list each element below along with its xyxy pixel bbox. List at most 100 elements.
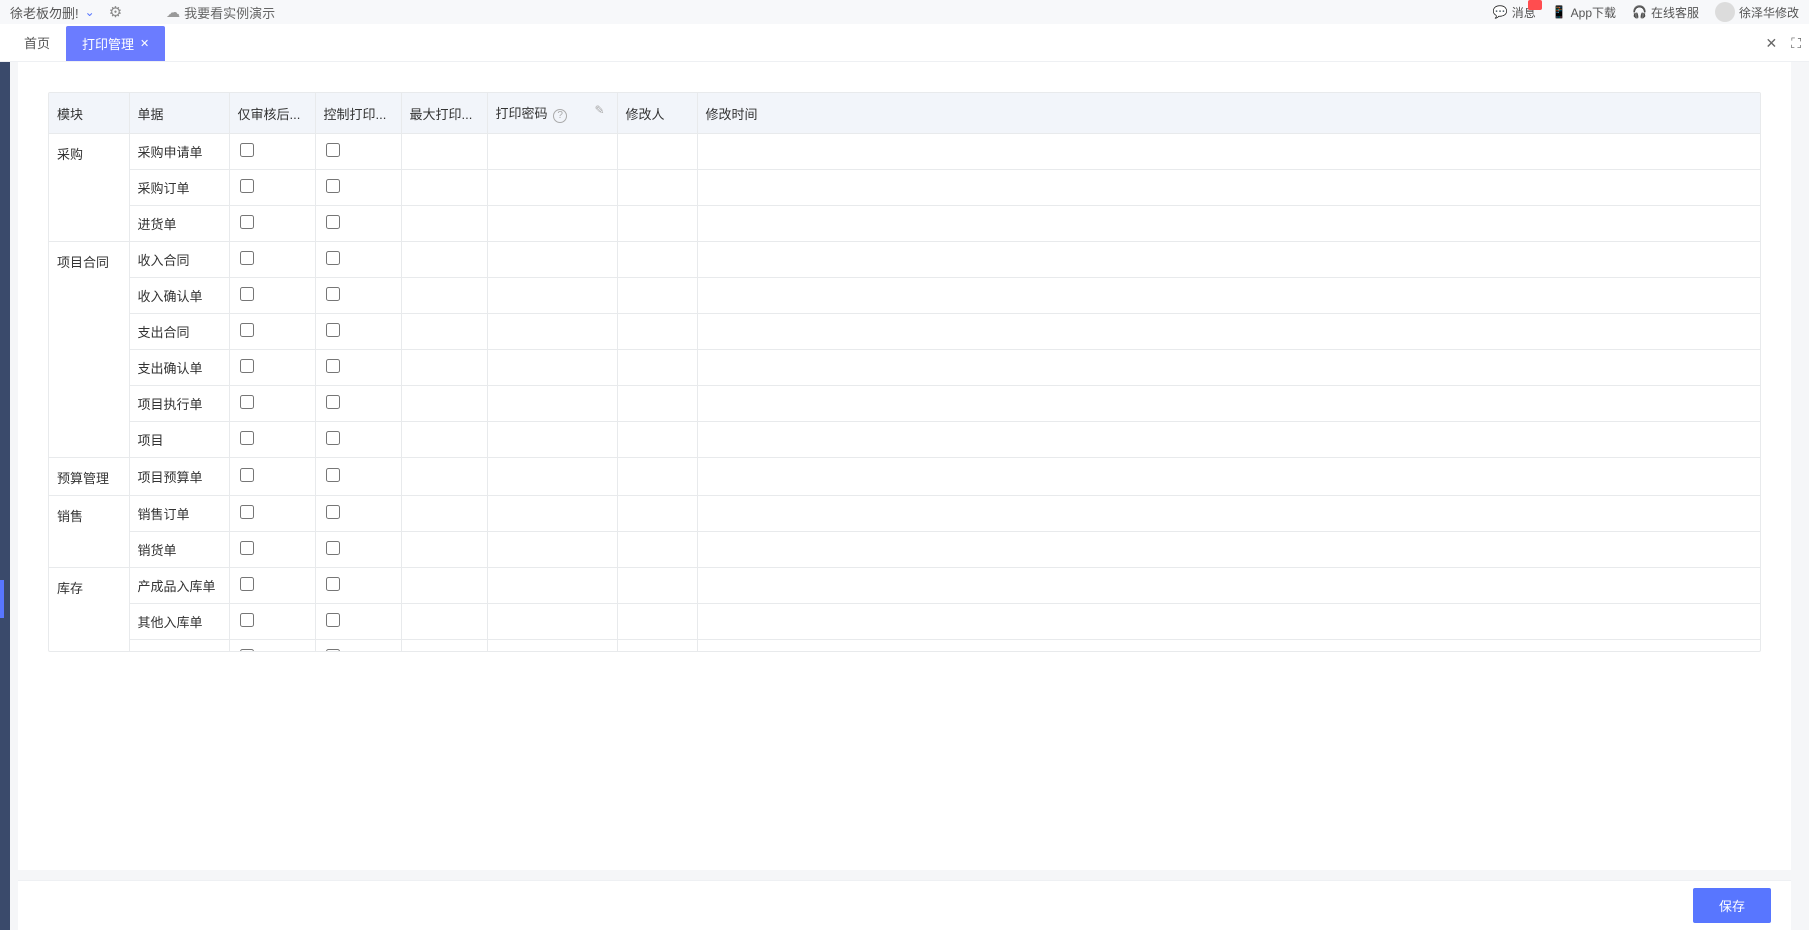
control-checkbox-cell (315, 278, 401, 314)
close-all-icon[interactable]: ✕ (1765, 35, 1777, 52)
audit-checkbox[interactable] (240, 251, 254, 265)
table-row: 项目执行单 (49, 386, 1760, 422)
control-checkbox-cell (315, 422, 401, 458)
empty-cell (487, 242, 617, 278)
audit-checkbox[interactable] (240, 505, 254, 519)
tab-print-management[interactable]: 打印管理 ✕ (66, 26, 165, 61)
document-cell: 收入合同 (129, 242, 229, 278)
empty-cell (697, 640, 1760, 653)
tab-bar: 首页 打印管理 ✕ ✕ ⛶ (0, 24, 1809, 62)
empty-cell (617, 350, 697, 386)
empty-cell (401, 640, 487, 653)
control-checkbox[interactable] (326, 577, 340, 591)
empty-cell (697, 314, 1760, 350)
tab-home-label: 首页 (24, 33, 50, 52)
empty-cell (697, 242, 1760, 278)
empty-cell (617, 278, 697, 314)
control-checkbox[interactable] (326, 395, 340, 409)
table-row: 销售销售订单 (49, 496, 1760, 532)
control-checkbox[interactable] (326, 649, 340, 652)
th-print-password-label: 打印密码 (496, 106, 548, 121)
audit-checkbox[interactable] (240, 431, 254, 445)
empty-cell (697, 134, 1760, 170)
empty-cell (487, 386, 617, 422)
document-cell: 支出确认单 (129, 350, 229, 386)
audit-checkbox[interactable] (240, 649, 254, 652)
empty-cell (697, 278, 1760, 314)
save-button[interactable]: 保存 (1693, 888, 1771, 923)
audit-checkbox[interactable] (240, 468, 254, 482)
gear-icon[interactable]: ⚙ (109, 3, 122, 21)
fullscreen-icon[interactable]: ⛶ (1791, 35, 1801, 52)
empty-cell (401, 386, 487, 422)
control-checkbox[interactable] (326, 143, 340, 157)
empty-cell (697, 458, 1760, 496)
control-checkbox-cell (315, 314, 401, 350)
audit-checkbox[interactable] (240, 359, 254, 373)
audit-checkbox[interactable] (240, 215, 254, 229)
audit-checkbox[interactable] (240, 613, 254, 627)
empty-cell (487, 278, 617, 314)
control-checkbox[interactable] (326, 323, 340, 337)
th-modifier: 修改人 (617, 93, 697, 134)
control-checkbox[interactable] (326, 505, 340, 519)
audit-checkbox[interactable] (240, 395, 254, 409)
control-checkbox[interactable] (326, 541, 340, 555)
document-cell: 材料出库单 (129, 640, 229, 653)
audit-checkbox[interactable] (240, 541, 254, 555)
control-checkbox-cell (315, 496, 401, 532)
document-cell: 支出合同 (129, 314, 229, 350)
control-checkbox[interactable] (326, 179, 340, 193)
close-icon[interactable]: ✕ (140, 37, 149, 50)
audit-checkbox[interactable] (240, 323, 254, 337)
empty-cell (697, 350, 1760, 386)
th-modify-time: 修改时间 (697, 93, 1760, 134)
control-checkbox[interactable] (326, 468, 340, 482)
topbar-left: 徐老板勿删! ⌄ ⚙ ☁ 我要看实例演示 (10, 3, 275, 22)
table-row: 材料出库单 (49, 640, 1760, 653)
audit-checkbox[interactable] (240, 179, 254, 193)
audit-checkbox[interactable] (240, 287, 254, 301)
tab-home[interactable]: 首页 (8, 24, 66, 61)
audit-checkbox-cell (229, 314, 315, 350)
help-icon[interactable]: ? (553, 109, 567, 123)
control-checkbox-cell (315, 640, 401, 653)
org-selector[interactable]: 徐老板勿删! ⌄ (10, 3, 95, 22)
document-cell: 销售订单 (129, 496, 229, 532)
edit-icon[interactable]: ✎ (594, 103, 604, 117)
module-cell: 预算管理 (49, 458, 129, 496)
control-checkbox[interactable] (326, 613, 340, 627)
online-service-link[interactable]: 🎧 在线客服 (1632, 4, 1699, 21)
audit-checkbox[interactable] (240, 577, 254, 591)
audit-checkbox-cell (229, 496, 315, 532)
module-cell: 销售 (49, 496, 129, 568)
audit-checkbox-cell (229, 350, 315, 386)
control-checkbox-cell (315, 568, 401, 604)
audit-checkbox[interactable] (240, 143, 254, 157)
demo-link[interactable]: ☁ 我要看实例演示 (166, 3, 275, 22)
empty-cell (401, 604, 487, 640)
table-row: 支出合同 (49, 314, 1760, 350)
table-container[interactable]: 模块 单据 仅审核后... 控制打印... 最大打印... 打印密码 ? ✎ 修… (48, 92, 1761, 652)
control-checkbox[interactable] (326, 359, 340, 373)
left-edge-accent (0, 580, 4, 618)
message-link[interactable]: 💬 消息 (1493, 4, 1536, 21)
control-checkbox[interactable] (326, 287, 340, 301)
control-checkbox-cell (315, 458, 401, 496)
message-icon: 💬 (1493, 5, 1508, 19)
audit-checkbox-cell (229, 134, 315, 170)
empty-cell (487, 640, 617, 653)
chevron-down-icon: ⌄ (85, 5, 95, 19)
document-cell: 收入确认单 (129, 278, 229, 314)
online-service-label: 在线客服 (1651, 4, 1699, 21)
print-management-table: 模块 单据 仅审核后... 控制打印... 最大打印... 打印密码 ? ✎ 修… (49, 93, 1760, 652)
document-cell: 采购申请单 (129, 134, 229, 170)
table-header-row: 模块 单据 仅审核后... 控制打印... 最大打印... 打印密码 ? ✎ 修… (49, 93, 1760, 134)
empty-cell (487, 604, 617, 640)
control-checkbox[interactable] (326, 431, 340, 445)
control-checkbox[interactable] (326, 251, 340, 265)
control-checkbox[interactable] (326, 215, 340, 229)
th-document: 单据 (129, 93, 229, 134)
user-menu[interactable]: 徐泽华修改 (1715, 2, 1799, 22)
app-download-link[interactable]: 📱 App下载 (1552, 4, 1616, 21)
